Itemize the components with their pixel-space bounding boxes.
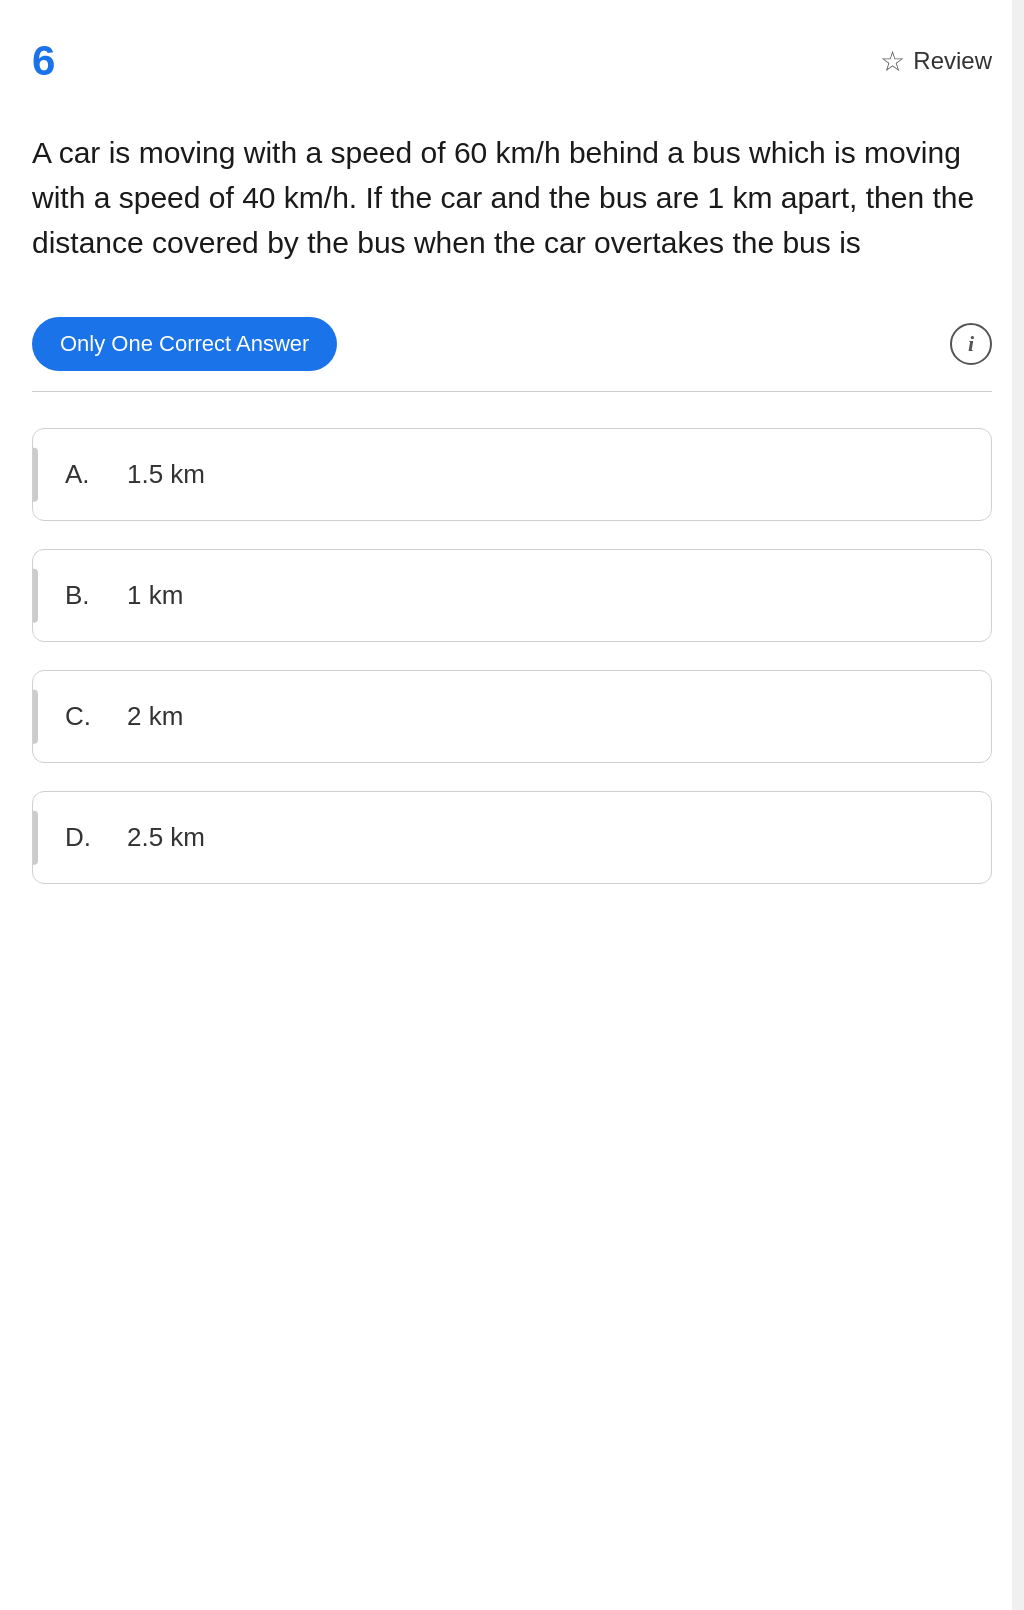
divider xyxy=(32,391,992,392)
option-card[interactable]: B. 1 km xyxy=(32,549,992,642)
answer-type-row: Only One Correct Answer i xyxy=(32,317,992,371)
review-label: Review xyxy=(913,47,992,75)
option-text: 1.5 km xyxy=(127,459,205,490)
option-card[interactable]: C. 2 km xyxy=(32,670,992,763)
question-number: 6 xyxy=(32,40,55,82)
option-letter: B. xyxy=(65,580,95,611)
option-letter: C. xyxy=(65,701,95,732)
info-icon[interactable]: i xyxy=(950,323,992,365)
question-text: A car is moving with a speed of 60 km/h … xyxy=(32,130,992,265)
review-button[interactable]: ☆ Review xyxy=(880,45,992,78)
option-text: 2.5 km xyxy=(127,822,205,853)
page-container: 6 ☆ Review A car is moving with a speed … xyxy=(0,0,1024,1610)
option-letter: D. xyxy=(65,822,95,853)
option-letter: A. xyxy=(65,459,95,490)
header: 6 ☆ Review xyxy=(32,40,992,82)
option-card[interactable]: A. 1.5 km xyxy=(32,428,992,521)
option-text: 2 km xyxy=(127,701,183,732)
options-container: A. 1.5 km B. 1 km C. 2 km D. 2.5 km xyxy=(32,428,992,884)
star-icon: ☆ xyxy=(880,45,905,78)
answer-type-badge: Only One Correct Answer xyxy=(32,317,337,371)
option-card[interactable]: D. 2.5 km xyxy=(32,791,992,884)
option-text: 1 km xyxy=(127,580,183,611)
